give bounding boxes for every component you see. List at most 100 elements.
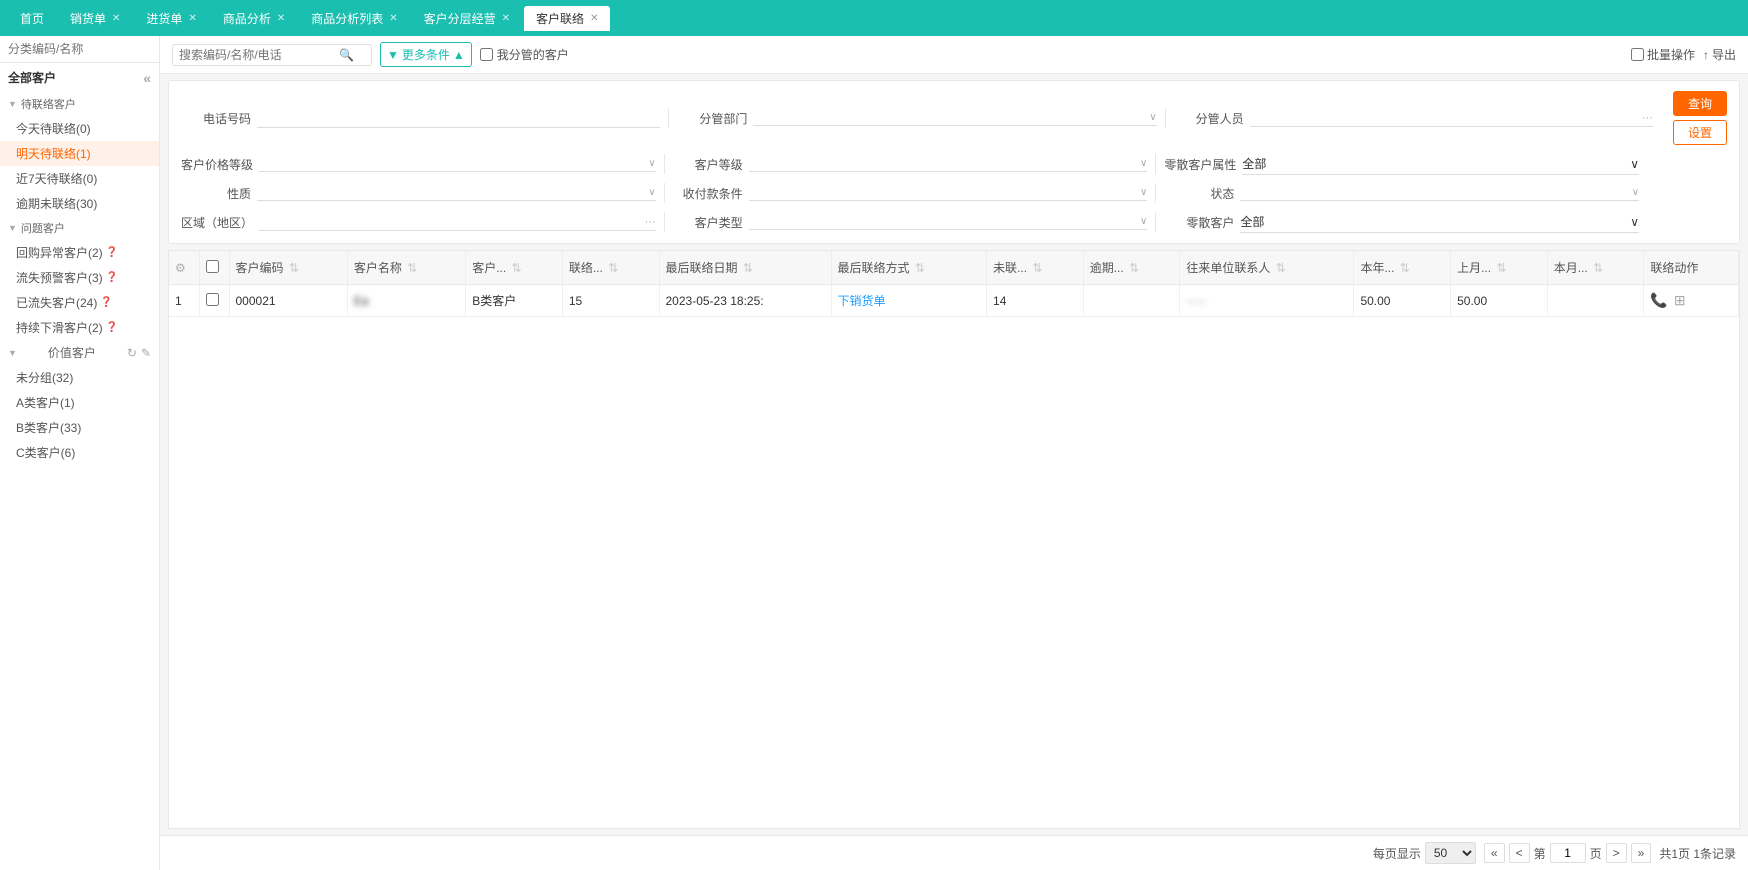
grid-action-icon[interactable]: ⊞	[1674, 292, 1686, 309]
th-name-sort[interactable]: ⇅	[407, 261, 417, 275]
th-code-sort[interactable]: ⇅	[289, 261, 299, 275]
close-customer-layered[interactable]: ✕	[502, 13, 510, 24]
sidebar-item-today-pending[interactable]: 今天待联络(0)	[0, 116, 159, 141]
sidebar-group-problem: 问题客户	[0, 216, 159, 240]
sidebar-item-class-b[interactable]: B类客户(33)	[0, 415, 159, 440]
td-overdue	[1083, 285, 1180, 317]
row-checkbox[interactable]	[206, 293, 219, 306]
sidebar-item-repurchase-abnormal[interactable]: 回购异常客户(2) ❓	[0, 240, 159, 265]
filter-scatter-customer-select[interactable]: 全部∨	[1240, 211, 1639, 233]
th-this-year-sort[interactable]: ⇅	[1400, 261, 1410, 275]
th-last-method-label: 最后联络方式	[838, 261, 910, 275]
sidebar-item-class-a[interactable]: A类客户(1)	[0, 390, 159, 415]
last-page-btn[interactable]: »	[1631, 843, 1652, 863]
my-customer-checkbox[interactable]	[480, 48, 493, 61]
last-method-link[interactable]: 下销货单	[838, 294, 886, 308]
table-area: ⚙ 客户编码 ⇅ 客户名称 ⇅ 客户... ⇅	[168, 250, 1740, 829]
sidebar-item-class-c[interactable]: C类客户(6)	[0, 440, 159, 465]
close-product-analysis[interactable]: ✕	[277, 13, 285, 24]
th-contact-person: 往来单位联系人 ⇅	[1180, 251, 1354, 285]
filter-phone-input[interactable]	[257, 109, 660, 128]
sidebar-search-input[interactable]	[8, 42, 160, 56]
sidebar-collapse-icon[interactable]: «	[143, 70, 151, 86]
per-page-select[interactable]: 50 100 200	[1425, 842, 1476, 864]
th-type-sort[interactable]: ⇅	[512, 261, 522, 275]
th-last-month: 上月... ⇅	[1451, 251, 1548, 285]
sidebar-item-tomorrow-pending[interactable]: 明天待联络(1)	[0, 141, 159, 166]
filter-status-select[interactable]: ∨	[1240, 185, 1639, 201]
first-page-btn[interactable]: «	[1484, 843, 1505, 863]
filter-price-level: 客户价格等级 ∨	[181, 156, 656, 173]
filter-dept-select[interactable]: ∨	[753, 110, 1156, 126]
prev-page-btn[interactable]: <	[1509, 843, 1530, 863]
reset-btn[interactable]: 设置	[1673, 120, 1727, 145]
th-contact-count-sort[interactable]: ⇅	[608, 261, 618, 275]
filter-scatter-attr-label: 零散客户属性	[1164, 156, 1236, 173]
sidebar-item-ungrouped[interactable]: 未分组(32)	[0, 365, 159, 390]
filter-customer-level-select[interactable]: ∨	[749, 156, 1148, 172]
nav-purchase-order[interactable]: 进货单 ✕	[134, 6, 208, 31]
table-header-row: ⚙ 客户编码 ⇅ 客户名称 ⇅ 客户... ⇅	[169, 251, 1739, 285]
nav-customer-contact[interactable]: 客户联络 ✕	[524, 6, 610, 31]
filter-phone-label: 电话号码	[181, 110, 251, 127]
nav-product-analysis[interactable]: 商品分析 ✕	[211, 6, 297, 31]
th-last-date-label: 最后联络日期	[666, 261, 738, 275]
toolbar: 🔍 ▼ 更多条件 ▲ 我分管的客户 批量操作 ↑ 导出	[160, 36, 1748, 74]
nav-customer-layered[interactable]: 客户分层经营 ✕	[412, 6, 522, 31]
batch-op-btn[interactable]: 批量操作	[1631, 46, 1695, 63]
th-last-date-sort[interactable]: ⇅	[743, 261, 753, 275]
close-sales-order[interactable]: ✕	[112, 13, 120, 24]
sidebar-item-overdue-pending[interactable]: 逾期未联络(30)	[0, 191, 159, 216]
filter-actions: 查询 设置	[1673, 91, 1727, 145]
filter-region-select[interactable]: ···	[259, 214, 656, 231]
td-last-date: 2023-05-23 18:25:	[659, 285, 831, 317]
sidebar-item-7days-pending[interactable]: 近7天待联络(0)	[0, 166, 159, 191]
phone-action-icon[interactable]: 📞	[1650, 292, 1667, 309]
search-icon-btn[interactable]: 🔍	[339, 48, 354, 62]
th-this-month-sort[interactable]: ⇅	[1593, 261, 1603, 275]
filter-row-1: 电话号码 分管部门 ∨ 分管人员 ···	[181, 91, 1727, 145]
th-uncontacted-sort[interactable]: ⇅	[1032, 261, 1042, 275]
close-purchase-order[interactable]: ✕	[188, 13, 196, 24]
th-last-month-sort[interactable]: ⇅	[1496, 261, 1506, 275]
th-contact-person-sort[interactable]: ⇅	[1276, 261, 1286, 275]
filter-price-level-select[interactable]: ∨	[259, 156, 656, 172]
nav-product-analysis-list[interactable]: 商品分析列表 ✕	[299, 6, 409, 31]
filter-payment-terms-select[interactable]: ∨	[749, 185, 1148, 201]
more-filter-btn[interactable]: ▼ 更多条件 ▲	[380, 42, 472, 67]
refresh-icon[interactable]: ↻	[127, 346, 137, 360]
batch-checkbox[interactable]	[1631, 48, 1644, 61]
contact-person-blurred: ·····	[1186, 294, 1206, 308]
page-input[interactable]	[1550, 843, 1586, 863]
nav-sales-order[interactable]: 销货单 ✕	[58, 6, 132, 31]
sidebar-item-churn-warning[interactable]: 流失预警客户(3) ❓	[0, 265, 159, 290]
sidebar-item-declining[interactable]: 持续下滑客户(2) ❓	[0, 315, 159, 340]
export-btn[interactable]: ↑ 导出	[1703, 46, 1736, 63]
filter-customer-level: 客户等级 ∨	[673, 156, 1148, 173]
search-input[interactable]	[179, 48, 339, 62]
close-customer-contact[interactable]: ✕	[590, 13, 598, 24]
filter-panel: 电话号码 分管部门 ∨ 分管人员 ···	[168, 80, 1740, 244]
th-last-method-sort[interactable]: ⇅	[915, 261, 925, 275]
all-customers-section: 全部客户 «	[0, 63, 159, 92]
select-all-checkbox[interactable]	[206, 260, 219, 273]
sidebar-item-churned[interactable]: 已流失客户(24) ❓	[0, 290, 159, 315]
filter-nature-select[interactable]: ∨	[257, 185, 656, 201]
filter-scatter-attr-select[interactable]: 全部∨	[1242, 153, 1639, 175]
edit-value-icon[interactable]: ✎	[141, 346, 151, 360]
next-page-btn[interactable]: >	[1606, 843, 1627, 863]
filter-scatter-customer-label: 零散客户	[1164, 214, 1234, 231]
nav-home[interactable]: 首页	[8, 6, 56, 31]
filter-customer-type-select[interactable]: ∨	[749, 214, 1148, 230]
query-btn[interactable]: 查询	[1673, 91, 1727, 116]
td-action: 📞 ⊞	[1644, 285, 1739, 317]
th-overdue-sort[interactable]: ⇅	[1129, 261, 1139, 275]
th-name: 客户名称 ⇅	[347, 251, 465, 285]
filter-person-select[interactable]: ···	[1250, 110, 1653, 127]
td-contact-person: ·····	[1180, 285, 1354, 317]
filter-scatter-attr: 零散客户属性 全部∨	[1164, 153, 1639, 175]
th-action: 联络动作	[1644, 251, 1739, 285]
close-product-analysis-list[interactable]: ✕	[389, 13, 397, 24]
settings-icon[interactable]: ⚙	[175, 261, 186, 275]
filter-region: 区域（地区） ···	[181, 214, 656, 231]
